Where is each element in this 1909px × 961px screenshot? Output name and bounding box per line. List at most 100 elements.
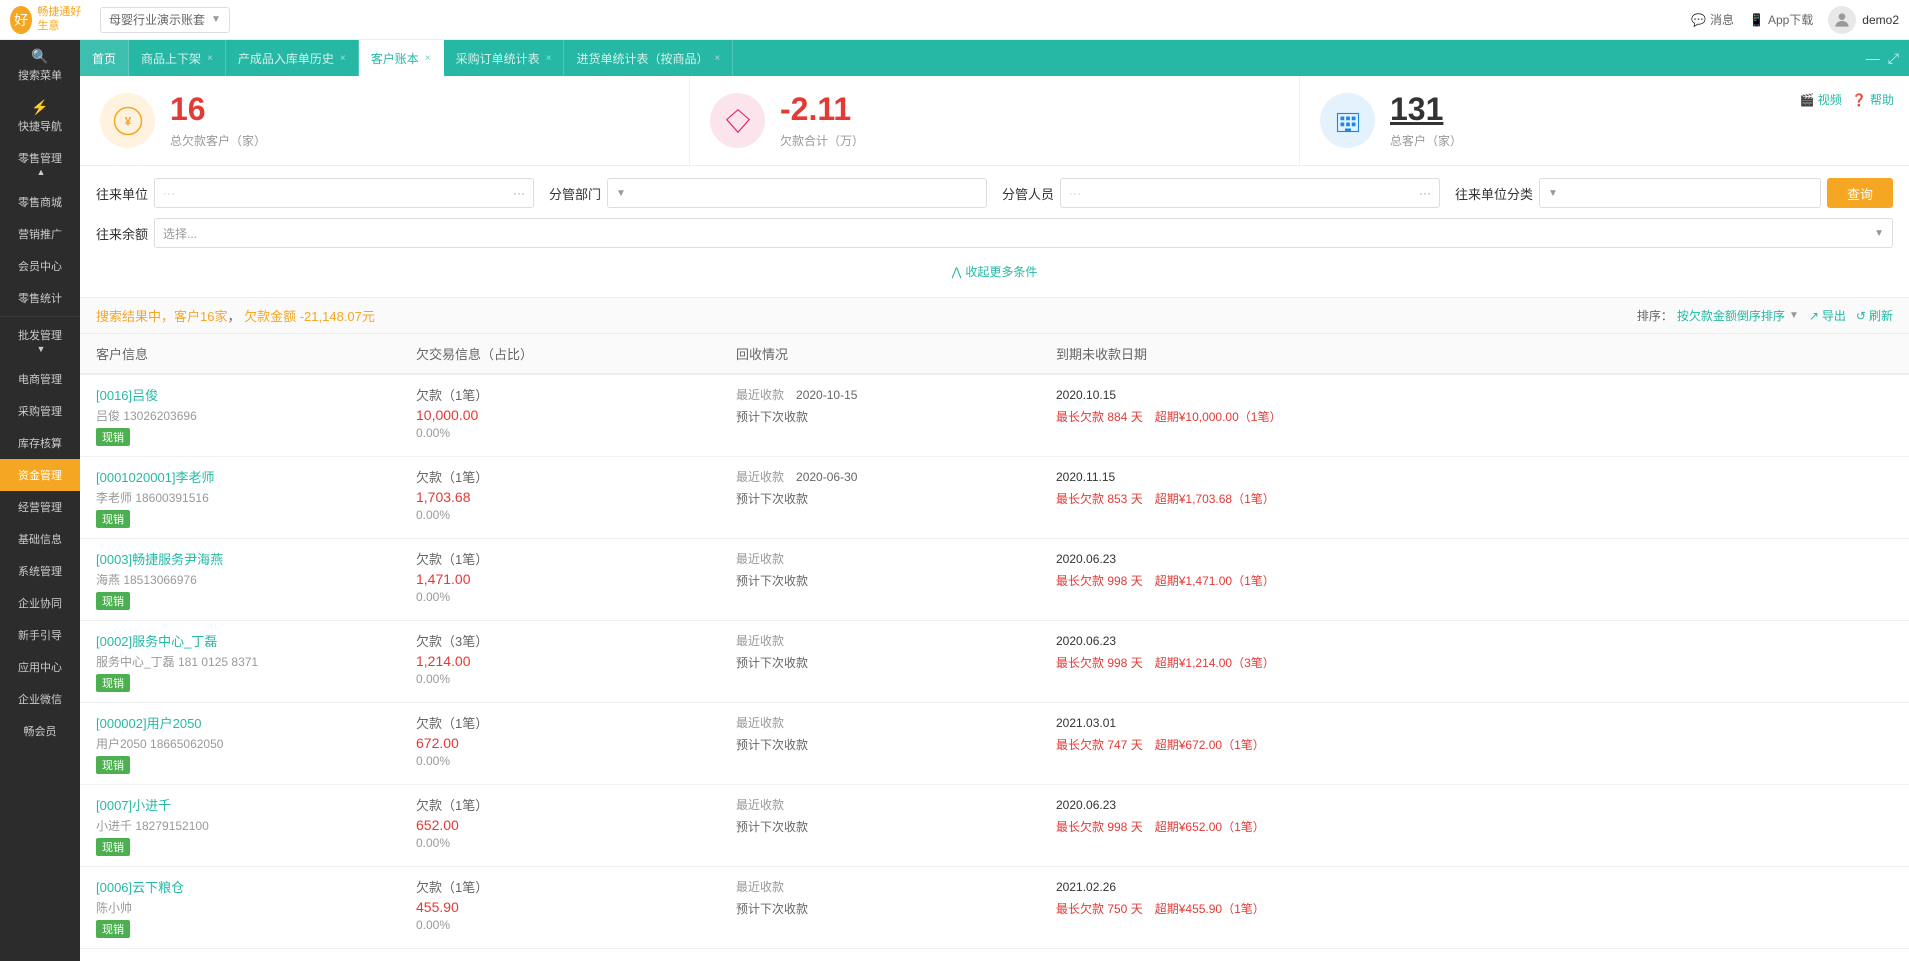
- sidebar-divider-1: [0, 316, 80, 317]
- refresh-btn[interactable]: ↺ 刷新: [1856, 307, 1893, 324]
- search-button[interactable]: 查询: [1827, 178, 1893, 208]
- customer-name-4[interactable]: [000002]用户2050: [96, 716, 202, 731]
- debt-amount-0: 10,000.00: [416, 407, 736, 423]
- message-icon: 💬: [1691, 13, 1706, 27]
- debt-count-3: 欠款（3笔）: [416, 631, 736, 650]
- tab-products-close[interactable]: ×: [207, 53, 213, 64]
- debt-info-6: 欠款（1笔） 455.90 0.00%: [416, 877, 736, 932]
- tab-inbound[interactable]: 进货单统计表（按商品） ×: [564, 40, 733, 76]
- tab-purchase-close[interactable]: ×: [546, 53, 552, 64]
- overdue-info-4: 2021.03.01 最长欠款 747 天 超期¥672.00（1笔）: [1056, 713, 1893, 756]
- overdue-info-6: 2021.02.26 最长欠款 750 天 超期¥455.90（1笔）: [1056, 877, 1893, 920]
- sidebar-item-member-center[interactable]: 会员中心: [0, 250, 80, 282]
- sidebar-item-quick-nav[interactable]: ⚡ 快捷导航: [0, 91, 80, 142]
- stat-label-debt-amount: 欠款合计（万）: [780, 132, 864, 149]
- col-header-debt: 欠交易信息（占比）: [416, 344, 736, 363]
- customer-name-6[interactable]: [0006]云下粮仓: [96, 880, 184, 895]
- sidebar-item-enterprise[interactable]: 企业协同: [0, 587, 80, 619]
- stat-card-debt-customers: ¥ 16 总欠款客户（家）: [80, 76, 690, 165]
- debt-percent-5: 0.00%: [416, 836, 736, 850]
- debt-info-2: 欠款（1笔） 1,471.00 0.00%: [416, 549, 736, 604]
- staff-input[interactable]: ···: [1060, 178, 1440, 208]
- sidebar-item-operation[interactable]: 经营管理: [0, 491, 80, 523]
- sidebar-item-ecommerce[interactable]: 电商管理: [0, 363, 80, 395]
- tab-customer-close[interactable]: ×: [425, 53, 431, 64]
- sidebar-item-app-center[interactable]: 应用中心: [0, 651, 80, 683]
- customer-name-0[interactable]: [0016]吕俊: [96, 388, 158, 403]
- debt-count-2: 欠款（1笔）: [416, 549, 736, 568]
- debt-count-0: 欠款（1笔）: [416, 385, 736, 404]
- tab-production-close[interactable]: ×: [340, 53, 346, 64]
- sidebar-item-basic-info[interactable]: 基础信息: [0, 523, 80, 555]
- tab-home[interactable]: 首页: [80, 40, 129, 76]
- sidebar-item-vip[interactable]: 畅会员: [0, 715, 80, 747]
- tab-minimize-btn[interactable]: —: [1866, 50, 1880, 66]
- customer-detail-1: 李老师 18600391516: [96, 489, 416, 506]
- tab-inbound-close[interactable]: ×: [714, 53, 720, 64]
- main-content: ¥ 16 总欠款客户（家） -2.: [80, 76, 1909, 961]
- filter-from-unit: 往来单位 ···: [96, 178, 534, 208]
- header-message-btn[interactable]: 💬 消息: [1691, 11, 1734, 28]
- unit-category-input[interactable]: ▼: [1539, 178, 1821, 208]
- tab-production[interactable]: 产成品入库单历史 ×: [226, 40, 359, 76]
- recovery-info-5: 最近收款 预计下次收款: [736, 795, 1056, 838]
- collapse-icon: ⋀: [952, 265, 962, 279]
- sidebar-item-newbie[interactable]: 新手引导: [0, 619, 80, 651]
- sidebar: 🔍 搜索菜单 ⚡ 快捷导航 零售管理 ▲ 零售商城 营销推广 会员中心 零售统计…: [0, 40, 80, 961]
- tab-purchase[interactable]: 采购订单统计表 ×: [444, 40, 565, 76]
- tab-maximize-btn[interactable]: ⤢: [1888, 50, 1899, 67]
- debt-info-5: 欠款（1笔） 652.00 0.00%: [416, 795, 736, 850]
- sidebar-item-system[interactable]: 系统管理: [0, 555, 80, 587]
- customer-detail-4: 用户2050 18665062050: [96, 735, 416, 752]
- filter-area: 往来单位 ··· 分管部门 ▼ 分管人员: [80, 166, 1909, 298]
- sidebar-item-enterprise-wechat[interactable]: 企业微信: [0, 683, 80, 715]
- overdue-info-3: 2020.06.23 最长欠款 998 天 超期¥1,214.00（3笔）: [1056, 631, 1893, 674]
- sidebar-item-batch-mgmt[interactable]: 批发管理 ▼: [0, 319, 80, 363]
- table-row: [0006]云下粮仓 陈小帅 现销 欠款（1笔） 455.90 0.00% 最近…: [80, 867, 1909, 949]
- customer-name-3[interactable]: [0002]服务中心_丁磊: [96, 634, 217, 649]
- debt-count-6: 欠款（1笔）: [416, 877, 736, 896]
- sidebar-item-finance[interactable]: 资金管理: [0, 459, 80, 491]
- header-app-download-btn[interactable]: 📱 App下载: [1749, 11, 1813, 28]
- stat-icon-building: [1320, 93, 1375, 148]
- customer-name-1[interactable]: [0001020001]李老师: [96, 470, 215, 485]
- video-btn[interactable]: 🎬 视频: [1799, 91, 1841, 108]
- data-table: 客户信息 欠交易信息（占比） 回收情况 到期未收款日期 [0016]吕俊 吕俊 …: [80, 334, 1909, 961]
- balance-select[interactable]: 选择... ▼: [154, 218, 1893, 248]
- customer-detail-5: 小进千 18279152100: [96, 817, 416, 834]
- user-profile[interactable]: demo2: [1828, 6, 1899, 34]
- filter-unit-category: 往来单位分类 ▼ 查询: [1455, 178, 1893, 208]
- from-unit-input[interactable]: ···: [154, 178, 534, 208]
- sidebar-item-search-menu[interactable]: 🔍 搜索菜单: [0, 40, 80, 91]
- sidebar-item-inventory[interactable]: 库存核算: [0, 427, 80, 459]
- stat-icon-money: ¥: [100, 93, 155, 148]
- stat-label-total-customers: 总客户（家）: [1390, 132, 1462, 149]
- store-selector[interactable]: 母婴行业演示账套 ▼: [100, 7, 230, 33]
- customer-name-5[interactable]: [0007]小进千: [96, 798, 171, 813]
- balance-dropdown-arrow: ▼: [1874, 228, 1884, 239]
- sidebar-item-retail-mgmt[interactable]: 零售管理 ▲: [0, 142, 80, 186]
- sidebar-item-marketing[interactable]: 营销推广: [0, 218, 80, 250]
- customer-info-3: [0002]服务中心_丁磊 服务中心_丁磊 181 0125 8371 现销: [96, 631, 416, 692]
- stat-icon-diamond: [710, 93, 765, 148]
- export-btn[interactable]: ↗ 导出: [1809, 307, 1846, 324]
- result-bar: 搜索结果中，客户16家， 欠款金额 -21,148.07元 排序： 按欠款金额倒…: [80, 298, 1909, 334]
- customer-name-2[interactable]: [0003]畅捷服务尹海燕: [96, 552, 223, 567]
- customer-detail-6: 陈小帅: [96, 899, 416, 916]
- recovery-info-0: 最近收款 2020-10-15 预计下次收款: [736, 385, 1056, 428]
- sidebar-item-retail-stats[interactable]: 零售统计: [0, 282, 80, 314]
- tab-products[interactable]: 商品上下架 ×: [129, 40, 226, 76]
- sidebar-item-retail-mall[interactable]: 零售商城: [0, 186, 80, 218]
- tab-customer[interactable]: 客户账本 ×: [359, 40, 444, 76]
- table-row: [000001]黄思源 黄思源 13552700226 现销 欠款（1笔） 42…: [80, 949, 1909, 961]
- stat-info-debt-customers: 16 总欠款客户（家）: [170, 92, 266, 148]
- debt-amount-2: 1,471.00: [416, 571, 736, 587]
- stat-value-debt-customers: 16: [170, 92, 266, 127]
- avatar: [1828, 6, 1856, 34]
- debt-percent-3: 0.00%: [416, 672, 736, 686]
- tab-bar: 首页 商品上下架 × 产成品入库单历史 × 客户账本 × 采购订单统计表 × 进…: [80, 40, 1909, 76]
- sidebar-item-purchase[interactable]: 采购管理: [0, 395, 80, 427]
- collapse-btn[interactable]: ⋀ 收起更多条件: [952, 263, 1038, 280]
- dept-input[interactable]: ▼: [607, 178, 987, 208]
- help-btn[interactable]: ❓ 帮助: [1852, 91, 1894, 108]
